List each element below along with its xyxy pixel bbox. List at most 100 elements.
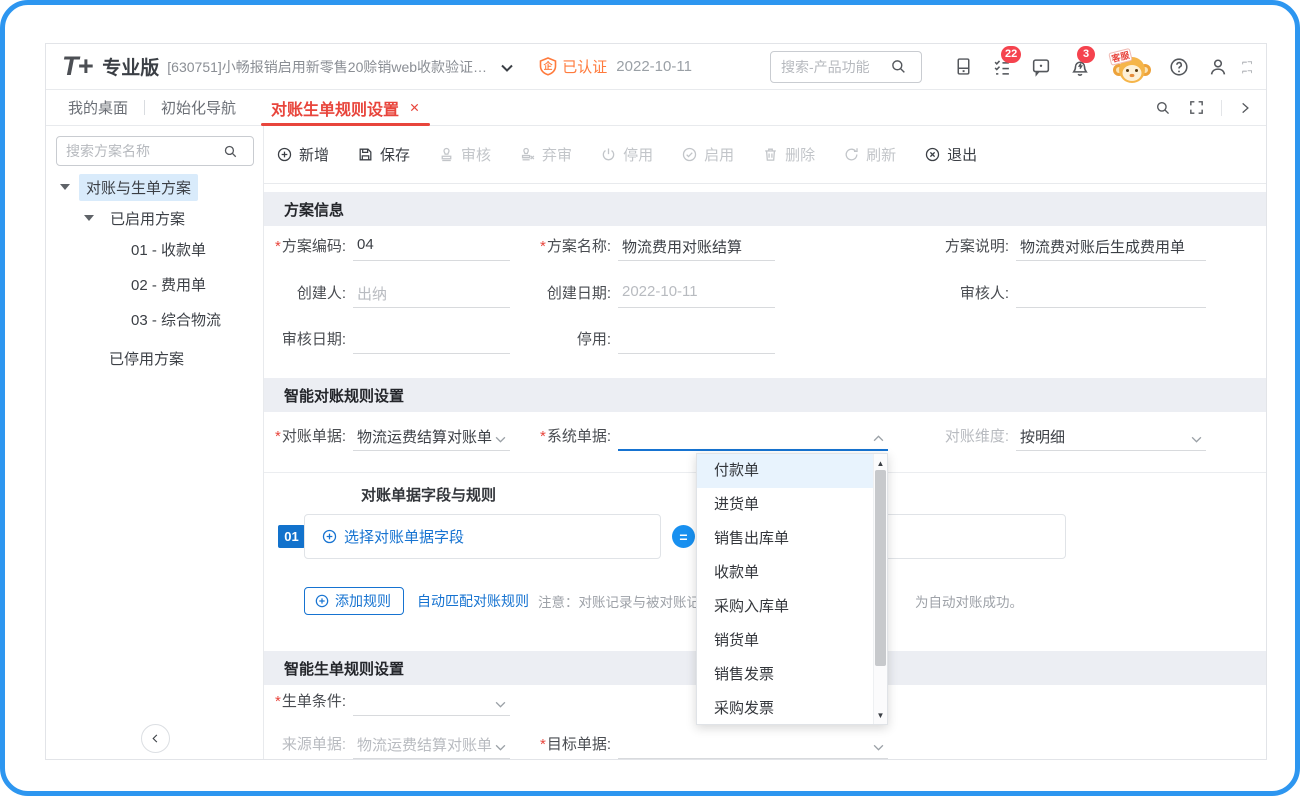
caret-down-icon[interactable] [84, 215, 94, 221]
fullscreen-icon[interactable] [1188, 99, 1205, 116]
tree-item-enabled-plans[interactable]: 已启用方案 [84, 205, 192, 231]
disable-button[interactable]: 停用 [600, 144, 653, 165]
field-plan-code: 方案编码: 04 [270, 231, 510, 261]
target-doc-select[interactable] [618, 731, 888, 759]
add-rule-button[interactable]: 添加规则 [304, 587, 404, 615]
tree-item-plan-02[interactable]: 02 - 费用单 [124, 271, 213, 297]
app-window: T+ 专业版 [630751]小畅报销启用新零售20赊销web收款验证勿删 企 … [45, 43, 1267, 760]
sidebar-collapse-button[interactable] [141, 724, 170, 753]
plan-desc-input[interactable]: 物流费对账后生成费用单 [1016, 233, 1206, 261]
exit-button[interactable]: 退出 [924, 144, 977, 165]
add-button[interactable]: 新增 [276, 144, 329, 165]
tabbar-tools-divider [1221, 100, 1222, 116]
audit-button[interactable]: 审核 [438, 144, 491, 165]
user-icon[interactable] [1206, 55, 1230, 79]
tab-my-desktop[interactable]: 我的桌面 [68, 97, 128, 118]
tasks-icon[interactable]: 22 [990, 55, 1014, 79]
tab-close-icon[interactable] [409, 102, 420, 113]
tab-init-nav[interactable]: 初始化导航 [161, 97, 236, 118]
tab-bar: 我的桌面 初始化导航 对账生单规则设置 [46, 90, 1266, 126]
dropdown-scrollbar[interactable]: ▲ ▼ [873, 454, 887, 724]
recon-field-box-left[interactable]: 选择对账单据字段 [304, 514, 661, 559]
plus-circle-icon [276, 146, 293, 163]
chevron-right-icon[interactable] [1238, 101, 1252, 115]
dropdown-option[interactable]: 进货单 [697, 488, 873, 522]
chevron-up-icon [873, 435, 884, 442]
tree-item-recon-plans[interactable]: 对账与生单方案 [60, 174, 198, 200]
tab-recon-rule-settings[interactable]: 对账生单规则设置 [267, 90, 424, 126]
tab-search-icon[interactable] [1154, 99, 1172, 117]
tree-item-plan-01[interactable]: 01 - 收款单 [124, 236, 213, 262]
field-plan-desc: 方案说明: 物流费对账后生成费用单 [894, 231, 1206, 261]
shield-icon: 企 [539, 57, 557, 76]
scroll-down-arrow-icon[interactable]: ▼ [874, 708, 887, 722]
action-toolbar: 新增 保存 审核 弃审 停用 [264, 126, 1266, 184]
tabbar-tools [1154, 99, 1266, 117]
recon-dim-select[interactable]: 按明细 [1016, 423, 1206, 451]
product-search-input[interactable] [781, 59, 889, 75]
field-plan-name: 方案名称: 物流费用对账结算 [504, 231, 775, 261]
dropdown-option[interactable]: 销售出库单 [697, 522, 873, 556]
content-body: 对账与生单方案 已启用方案 01 - 收款单 02 - 费用单 03 - 综合物… [46, 126, 1266, 760]
dropdown-option[interactable]: 收款单 [697, 556, 873, 590]
service-mascot[interactable]: 客服 [1106, 48, 1152, 86]
delete-button[interactable]: 删除 [762, 144, 815, 165]
enable-button[interactable]: 启用 [681, 144, 734, 165]
field-stop-date: 停用: [504, 324, 775, 354]
plan-code-input[interactable]: 04 [353, 233, 510, 261]
close-circle-icon [924, 146, 941, 163]
tree-item-disabled-plans[interactable]: 已停用方案 [102, 345, 191, 371]
system-doc-select[interactable] [618, 423, 888, 451]
save-button[interactable]: 保存 [357, 144, 410, 165]
dropdown-list: 付款单 进货单 销售出库单 收款单 采购入库单 销货单 销售发票 采购发票 [697, 454, 873, 724]
notification-bell-icon[interactable]: 3 [1068, 55, 1092, 79]
certified-date: 2022-10-11 [616, 58, 692, 75]
dropdown-option[interactable]: 采购发票 [697, 692, 873, 726]
select-recon-field-link[interactable]: 选择对账单据字段 [321, 526, 464, 547]
chevron-down-icon [873, 744, 884, 751]
tplus-logo: T+ [62, 51, 92, 82]
product-search-box[interactable] [770, 51, 922, 83]
auto-match-link[interactable]: 自动匹配对账规则 [417, 591, 529, 611]
search-icon[interactable] [222, 143, 239, 160]
source-doc-select: 物流运费结算对账单 [353, 731, 510, 759]
tasks-count-badge[interactable]: 22 [1001, 46, 1021, 63]
stamp-cancel-icon [519, 146, 536, 163]
scroll-up-arrow-icon[interactable]: ▲ [874, 456, 887, 470]
system-doc-dropdown: 付款单 进货单 销售出库单 收款单 采购入库单 销货单 销售发票 采购发票 ▲ … [696, 453, 888, 725]
field-recon-doc: 对账单据: 物流运费结算对账单 [270, 421, 510, 451]
field-creator: 创建人: 出纳 [270, 278, 510, 308]
auditor-input[interactable] [1016, 280, 1206, 308]
caret-down-icon[interactable] [60, 184, 70, 190]
active-tab-label: 对账生单规则设置 [271, 96, 399, 120]
help-icon[interactable] [1167, 55, 1191, 79]
certified-label: 已认证 [562, 56, 607, 77]
scrollbar-thumb[interactable] [875, 470, 886, 666]
top-header: T+ 专业版 [630751]小畅报销启用新零售20赊销web收款验证勿删 企 … [46, 44, 1266, 90]
plan-search-box[interactable] [56, 136, 254, 166]
search-icon[interactable] [889, 57, 908, 76]
dropdown-option[interactable]: 销货单 [697, 624, 873, 658]
cancel-audit-button[interactable]: 弃审 [519, 144, 572, 165]
message-icon[interactable] [1029, 55, 1053, 79]
check-circle-icon [681, 146, 698, 163]
stop-date-input[interactable] [618, 326, 775, 354]
plan-name-input[interactable]: 物流费用对账结算 [618, 233, 775, 261]
audit-date-input[interactable] [353, 326, 510, 354]
account-name: [630751]小畅报销启用新零售20赊销web收款验证勿删 [167, 57, 497, 77]
refresh-button[interactable]: 刷新 [843, 144, 896, 165]
account-chevron-down-icon[interactable] [501, 64, 513, 72]
field-recon-dim: 对账维度: 按明细 [894, 421, 1206, 451]
dropdown-option[interactable]: 采购入库单 [697, 590, 873, 624]
field-target-doc: 目标单据: [504, 729, 888, 759]
plan-search-input[interactable] [66, 143, 222, 159]
certification-badge: 企 已认证 2022-10-11 [539, 56, 692, 77]
rule-note-right: 为自动对账成功。 [915, 591, 1023, 611]
gen-condition-select[interactable] [353, 688, 510, 716]
notification-count-badge[interactable]: 3 [1077, 46, 1095, 63]
dropdown-option[interactable]: 付款单 [697, 454, 873, 488]
recon-doc-select[interactable]: 物流运费结算对账单 [353, 423, 510, 451]
workbench-icon[interactable] [951, 55, 975, 79]
dropdown-option[interactable]: 销售发票 [697, 658, 873, 692]
tree-item-plan-03[interactable]: 03 - 综合物流 [124, 306, 228, 332]
